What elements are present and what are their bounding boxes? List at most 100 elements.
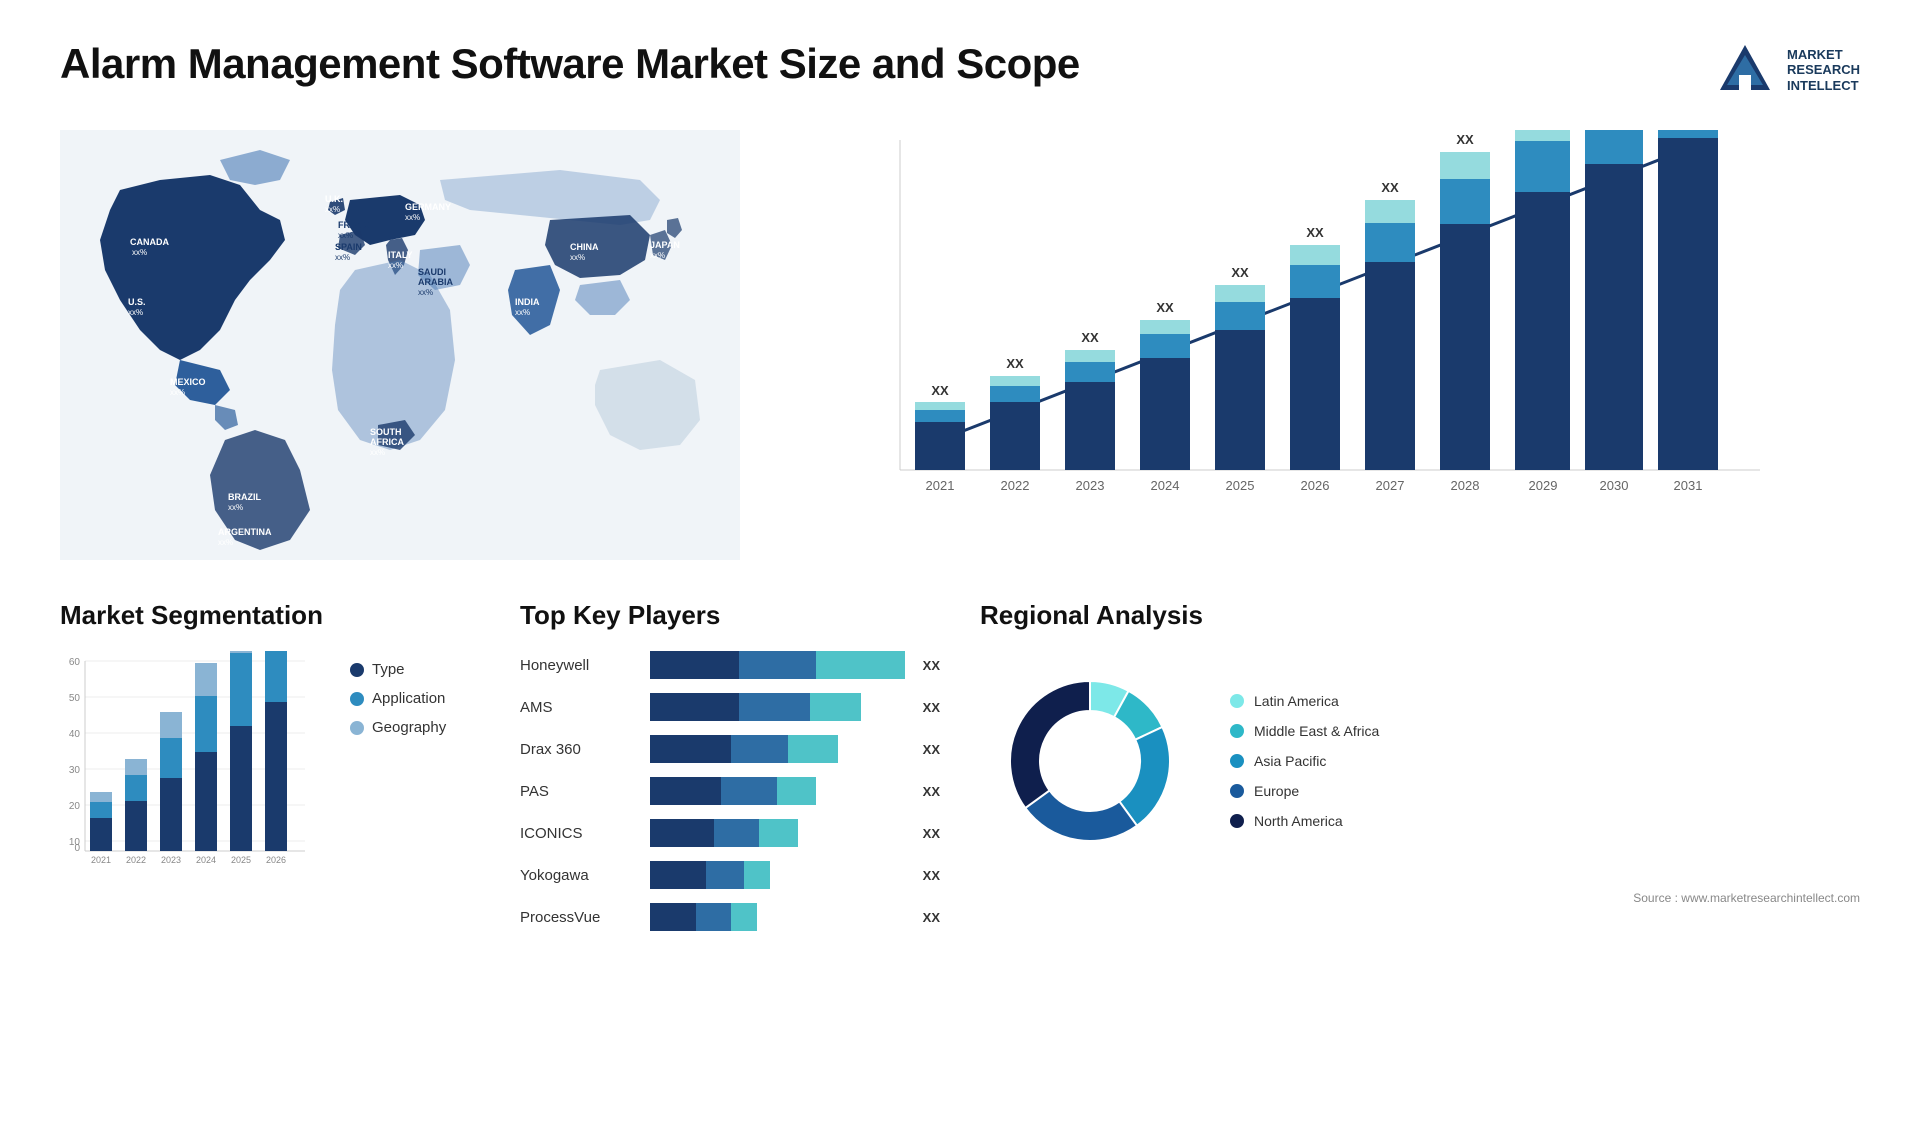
regional-legend-label: North America bbox=[1254, 813, 1343, 829]
regional-legend-label: Middle East & Africa bbox=[1254, 723, 1379, 739]
player-bar-container bbox=[650, 735, 905, 763]
player-bar-label: XX bbox=[923, 910, 940, 925]
svg-text:2026: 2026 bbox=[266, 855, 286, 865]
svg-text:2022: 2022 bbox=[126, 855, 146, 865]
regional-legend-label: Latin America bbox=[1254, 693, 1339, 709]
regional-legend-label: Europe bbox=[1254, 783, 1299, 799]
legend-type: Type bbox=[350, 661, 446, 678]
svg-text:2030: 2030 bbox=[1600, 478, 1629, 493]
player-bar-seg3 bbox=[731, 903, 756, 931]
svg-text:CANADA: CANADA bbox=[130, 237, 169, 247]
player-row: AMSXX bbox=[520, 693, 940, 721]
player-bar-seg3 bbox=[777, 777, 815, 805]
player-bar-container bbox=[650, 693, 905, 721]
legend-dot-type bbox=[350, 663, 364, 677]
svg-text:JAPAN: JAPAN bbox=[650, 240, 680, 250]
svg-text:XX: XX bbox=[1081, 330, 1099, 345]
player-bar-seg3 bbox=[759, 819, 797, 847]
header: Alarm Management Software Market Size an… bbox=[60, 40, 1860, 100]
seg-legend: Type Application Geography bbox=[350, 661, 446, 736]
svg-text:U.S.: U.S. bbox=[128, 297, 146, 307]
player-bar-label: XX bbox=[923, 826, 940, 841]
svg-text:2021: 2021 bbox=[91, 855, 111, 865]
player-row: ProcessVue XX bbox=[520, 903, 940, 931]
key-players-section: Top Key Players HoneywellXX AMSXX Drax 360… bbox=[520, 600, 940, 931]
svg-text:BRAZIL: BRAZIL bbox=[228, 492, 261, 502]
page-title: Alarm Management Software Market Size an… bbox=[60, 40, 1080, 88]
regional-legend-item: North America bbox=[1230, 813, 1379, 829]
svg-text:xx%: xx% bbox=[228, 503, 243, 512]
player-bar-seg1 bbox=[650, 651, 739, 679]
svg-text:GERMANY: GERMANY bbox=[405, 202, 451, 212]
svg-text:SPAIN: SPAIN bbox=[335, 242, 362, 252]
regional-legend: Latin America Middle East & Africa Asia Pa… bbox=[1230, 693, 1379, 829]
svg-text:AFRICA: AFRICA bbox=[370, 437, 404, 447]
segmentation-chart: 60 50 40 30 20 10 0 bbox=[60, 651, 310, 881]
svg-text:20: 20 bbox=[69, 801, 81, 812]
svg-text:2025: 2025 bbox=[1226, 478, 1255, 493]
svg-text:xx%: xx% bbox=[218, 538, 233, 547]
svg-text:XX: XX bbox=[1306, 225, 1324, 240]
logo-text: MARKET RESEARCH INTELLECT bbox=[1787, 47, 1860, 94]
svg-text:xx%: xx% bbox=[418, 288, 433, 297]
donut-segment bbox=[1010, 681, 1090, 808]
svg-text:CHINA: CHINA bbox=[570, 242, 599, 252]
svg-text:SAUDI: SAUDI bbox=[418, 267, 446, 277]
player-name: Yokogawa bbox=[520, 867, 640, 884]
player-bar-container bbox=[650, 819, 905, 847]
player-bar-seg3 bbox=[816, 651, 905, 679]
player-row: Yokogawa XX bbox=[520, 861, 940, 889]
player-bar-seg2 bbox=[696, 903, 732, 931]
legend-application: Application bbox=[350, 690, 446, 707]
donut-chart bbox=[980, 651, 1200, 871]
svg-text:2027: 2027 bbox=[1376, 478, 1405, 493]
player-bar-seg1 bbox=[650, 777, 721, 805]
player-bar-seg1 bbox=[650, 903, 696, 931]
player-bar-container bbox=[650, 777, 905, 805]
player-name: ProcessVue bbox=[520, 909, 640, 926]
growth-chart-container: XX 2021 XX 2022 XX 2023 bbox=[780, 130, 1860, 560]
svg-text:xx%: xx% bbox=[405, 213, 420, 222]
svg-text:xx%: xx% bbox=[132, 248, 147, 257]
regional-legend-dot bbox=[1230, 754, 1244, 768]
player-bar-label: XX bbox=[923, 742, 940, 757]
player-bar-seg2 bbox=[721, 777, 777, 805]
player-row: HoneywellXX bbox=[520, 651, 940, 679]
player-bar-seg2 bbox=[739, 651, 815, 679]
regional-legend-dot bbox=[1230, 694, 1244, 708]
legend-dot-geo bbox=[350, 721, 364, 735]
svg-text:0: 0 bbox=[74, 843, 80, 854]
top-section: CANADA xx% U.S. xx% MEXICO xx% BRAZIL xx… bbox=[60, 130, 1860, 560]
player-bar-label: XX bbox=[923, 700, 940, 715]
svg-text:MEXICO: MEXICO bbox=[170, 377, 206, 387]
growth-bar-chart: XX 2021 XX 2022 XX 2023 bbox=[780, 130, 1860, 550]
player-row: Drax 360XX bbox=[520, 735, 940, 763]
segmentation-title: Market Segmentation bbox=[60, 600, 480, 631]
svg-text:xx%: xx% bbox=[650, 251, 665, 260]
player-bar-label: XX bbox=[923, 868, 940, 883]
player-name: PAS bbox=[520, 783, 640, 800]
svg-text:XX: XX bbox=[1456, 132, 1474, 147]
map-container: CANADA xx% U.S. xx% MEXICO xx% BRAZIL xx… bbox=[60, 130, 740, 560]
chart-with-arrow: XX 2021 XX 2022 XX 2023 bbox=[780, 130, 1860, 520]
svg-text:2031: 2031 bbox=[1674, 478, 1703, 493]
source-text: Source : www.marketresearchintellect.com bbox=[980, 891, 1860, 905]
segmentation-section: Market Segmentation 60 50 40 30 20 10 0 bbox=[60, 600, 480, 931]
regional-legend-label: Asia Pacific bbox=[1254, 753, 1326, 769]
svg-text:ITALY: ITALY bbox=[388, 250, 413, 260]
svg-text:2029: 2029 bbox=[1529, 478, 1558, 493]
svg-text:xx%: xx% bbox=[128, 308, 143, 317]
svg-text:xx%: xx% bbox=[570, 253, 585, 262]
logo-area: MARKET RESEARCH INTELLECT bbox=[1715, 40, 1860, 100]
legend-dot-app bbox=[350, 692, 364, 706]
player-bar-seg2 bbox=[731, 735, 787, 763]
page-wrapper: Alarm Management Software Market Size an… bbox=[0, 0, 1920, 1146]
regional-legend-item: Middle East & Africa bbox=[1230, 723, 1379, 739]
player-bar-container bbox=[650, 651, 905, 679]
player-bar-seg2 bbox=[706, 861, 744, 889]
regional-legend-dot bbox=[1230, 784, 1244, 798]
player-bar-seg3 bbox=[744, 861, 769, 889]
player-bar-seg2 bbox=[739, 693, 810, 721]
key-players-title: Top Key Players bbox=[520, 600, 940, 631]
logo-icon bbox=[1715, 40, 1775, 100]
